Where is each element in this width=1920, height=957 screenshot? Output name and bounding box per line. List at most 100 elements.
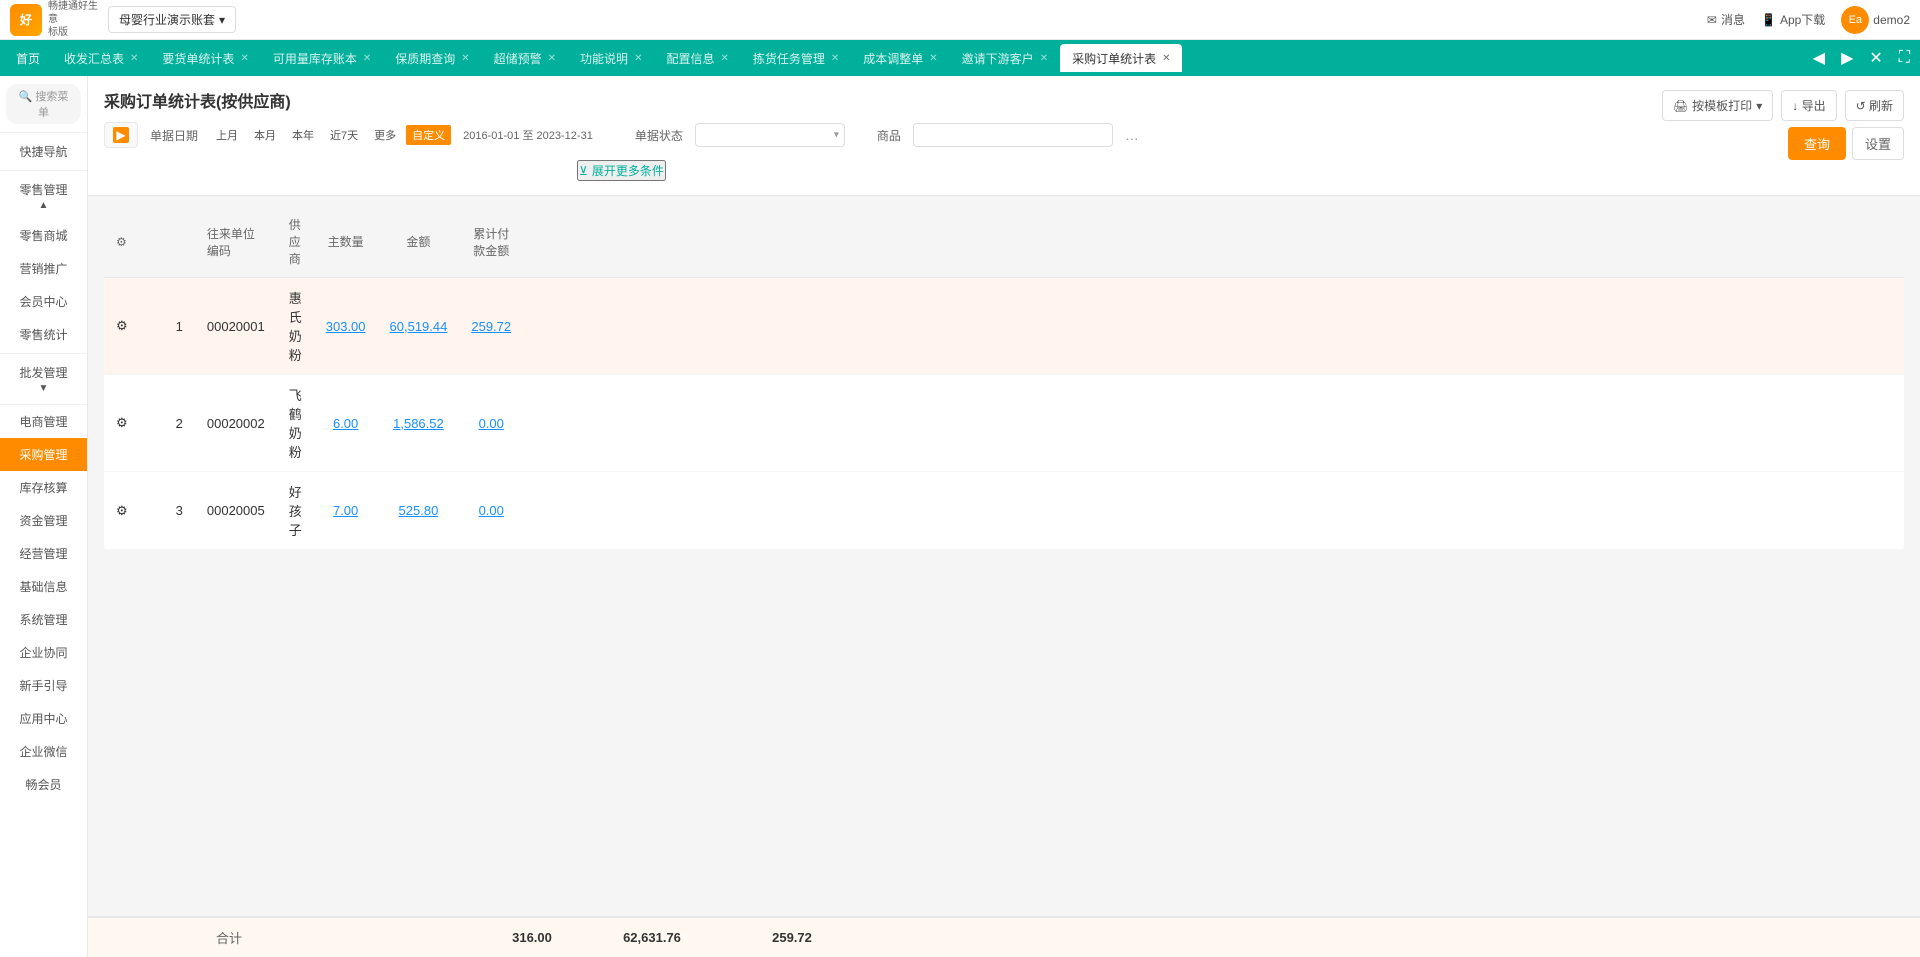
workspace-selector[interactable]: 母婴行业演示账套 ▾ bbox=[108, 6, 236, 33]
chevron-down-icon: ▼ bbox=[39, 383, 49, 394]
sidebar-item-finance[interactable]: 资金管理 bbox=[0, 504, 87, 537]
row-qty[interactable]: 303.00 bbox=[314, 278, 378, 375]
expand-more-btn[interactable]: ⊻ 展开更多条件 bbox=[577, 160, 666, 181]
tab-scroll-right[interactable]: ▶ bbox=[1835, 46, 1859, 70]
page-header: 采购订单统计表(按供应商) ▶ 单据日期 上月 本月 本年 近7天 更多 bbox=[88, 76, 1920, 196]
sidebar-item-stock[interactable]: 库存核算 bbox=[0, 471, 87, 504]
query-button[interactable]: 查询 bbox=[1788, 127, 1846, 160]
row-gear[interactable]: ⚙ bbox=[104, 278, 140, 375]
tab-close-keyong[interactable]: ✕ bbox=[363, 53, 371, 64]
tab-home[interactable]: 首页 bbox=[4, 44, 52, 72]
row-toggle bbox=[140, 472, 164, 550]
status-select-wrapper bbox=[695, 123, 845, 147]
row-supplier: 好孩子 bbox=[277, 472, 314, 550]
tab-chaochuPrewarn[interactable]: 超储预警 ✕ bbox=[482, 44, 568, 72]
settings-button[interactable]: 设置 bbox=[1852, 127, 1904, 160]
row-amount[interactable]: 1,586.52 bbox=[378, 375, 460, 472]
row-gear[interactable]: ⚙ bbox=[104, 375, 140, 472]
tab-close-yaohuo[interactable]: ✕ bbox=[240, 53, 248, 64]
tab-scroll-left[interactable]: ◀ bbox=[1807, 46, 1831, 70]
sidebar-item-newguide[interactable]: 新手引导 bbox=[0, 669, 87, 702]
tab-close-gongneng[interactable]: ✕ bbox=[634, 53, 642, 64]
tab-close-shoufahuiTotal[interactable]: ✕ bbox=[130, 53, 138, 64]
tab-yaohuo[interactable]: 要货单统计表 ✕ bbox=[150, 44, 260, 72]
row-gear[interactable]: ⚙ bbox=[104, 472, 140, 550]
sidebar-item-purchase[interactable]: 采购管理 bbox=[0, 438, 87, 471]
sidebar-item-vip[interactable]: 畅会员 bbox=[0, 768, 87, 801]
sidebar-item-quick-nav[interactable]: 快捷导航 bbox=[0, 137, 87, 166]
row-paid[interactable]: 0.00 bbox=[459, 472, 523, 550]
tab-yaoqingXiayou[interactable]: 邀请下游客户 ✕ bbox=[950, 44, 1060, 72]
sidebar-item-retail-shop[interactable]: 零售商城 bbox=[0, 219, 87, 252]
status-select[interactable] bbox=[695, 123, 845, 147]
th-amount: 金额 bbox=[378, 206, 460, 278]
sidebar-item-operation[interactable]: 经营管理 bbox=[0, 537, 87, 570]
tab-peizhiInfo[interactable]: 配置信息 ✕ bbox=[654, 44, 740, 72]
filter-toggle-btn[interactable]: ▶ bbox=[113, 127, 129, 143]
row-qty[interactable]: 7.00 bbox=[314, 472, 378, 550]
sidebar-item-wholesale[interactable]: 批发管理 ▼ bbox=[0, 356, 87, 402]
row-qty[interactable]: 6.00 bbox=[314, 375, 378, 472]
sidebar-item-appcenter[interactable]: 应用中心 bbox=[0, 702, 87, 735]
tab-close-yaoqingXiayou[interactable]: ✕ bbox=[1040, 53, 1048, 64]
th-paid: 累计付款金额 bbox=[459, 206, 523, 278]
tab-tuohuoRenwu[interactable]: 拣货任务管理 ✕ bbox=[741, 44, 851, 72]
tab-shoufahuiTotal[interactable]: 收发汇总表 ✕ bbox=[52, 44, 150, 72]
sidebar-section-wholesale: 批发管理 ▼ bbox=[0, 354, 87, 405]
export-button[interactable]: ↓ 导出 bbox=[1781, 90, 1836, 121]
tab-keyong[interactable]: 可用量库存账本 ✕ bbox=[261, 44, 383, 72]
row-paid[interactable]: 259.72 bbox=[459, 278, 523, 375]
sidebar-item-system[interactable]: 系统管理 bbox=[0, 603, 87, 636]
row-amount[interactable]: 60,519.44 bbox=[378, 278, 460, 375]
date-btn-this-year[interactable]: 本年 bbox=[286, 125, 320, 145]
user-profile[interactable]: Ea demo2 bbox=[1841, 6, 1910, 34]
row-paid[interactable]: 0.00 bbox=[459, 375, 523, 472]
tab-close-caigouDingdan[interactable]: ✕ bbox=[1162, 53, 1170, 64]
goods-input[interactable] bbox=[913, 123, 1113, 147]
tab-caigouDingdan[interactable]: 采购订单统计表 ✕ bbox=[1060, 44, 1182, 72]
tab-gongneng[interactable]: 功能说明 ✕ bbox=[568, 44, 654, 72]
date-btn-this-month[interactable]: 本月 bbox=[248, 125, 282, 145]
tab-close-tuohuoRenwu[interactable]: ✕ bbox=[831, 53, 839, 64]
sidebar-item-marketing[interactable]: 营销推广 bbox=[0, 252, 87, 285]
sidebar-search-area[interactable]: 🔍 搜索菜单 bbox=[0, 76, 87, 133]
print-button[interactable]: 🖨 按模板打印 ▾ bbox=[1662, 90, 1773, 121]
chevron-down-icon: ⊻ bbox=[579, 164, 588, 178]
export-icon: ↓ bbox=[1792, 99, 1798, 113]
sidebar-item-member[interactable]: 会员中心 bbox=[0, 285, 87, 318]
avatar: Ea bbox=[1841, 6, 1869, 34]
refresh-button[interactable]: ↺ 刷新 bbox=[1845, 90, 1904, 121]
row-code: 00020001 bbox=[195, 278, 277, 375]
date-btn-more[interactable]: 更多 bbox=[368, 125, 402, 145]
sidebar-search-box[interactable]: 🔍 搜索菜单 bbox=[6, 84, 81, 124]
sidebar-item-retail[interactable]: 零售管理 ▲ bbox=[0, 173, 87, 219]
tab-close-peizhiInfo[interactable]: ✕ bbox=[720, 53, 728, 64]
sidebar-item-corpwechat[interactable]: 企业微信 bbox=[0, 735, 87, 768]
th-qty: 主数量 bbox=[314, 206, 378, 278]
sidebar-item-basic[interactable]: 基础信息 bbox=[0, 570, 87, 603]
row-supplier: 惠氏奶粉 bbox=[277, 278, 314, 375]
footer-total-amount: 62,631.76 bbox=[592, 930, 712, 945]
row-amount[interactable]: 525.80 bbox=[378, 472, 460, 550]
table-row: ⚙ 1 00020001 惠氏奶粉 303.00 60,519.44 259.7… bbox=[104, 278, 1904, 375]
logo-icon: 好 bbox=[10, 4, 42, 36]
tab-bar: 首页 收发汇总表 ✕ 要货单统计表 ✕ 可用量库存账本 ✕ 保质期查询 ✕ 超储… bbox=[0, 40, 1920, 76]
tab-baozhi[interactable]: 保质期查询 ✕ bbox=[383, 44, 481, 72]
sidebar-item-ecommerce[interactable]: 电商管理 bbox=[0, 405, 87, 438]
message-button[interactable]: ✉ 消息 bbox=[1707, 11, 1745, 28]
goods-input-more[interactable]: … bbox=[1125, 127, 1139, 143]
date-btn-last-month[interactable]: 上月 bbox=[210, 125, 244, 145]
date-btn-custom[interactable]: 自定义 bbox=[406, 125, 451, 145]
sidebar-item-enterprise[interactable]: 企业协同 bbox=[0, 636, 87, 669]
tab-close-baozhi[interactable]: ✕ bbox=[461, 53, 469, 64]
filter-row: ▶ 单据日期 上月 本月 本年 近7天 更多 自定义 2016-01-01 bbox=[104, 122, 1139, 148]
tab-close-chaochuPrewarn[interactable]: ✕ bbox=[548, 53, 556, 64]
tab-maximize[interactable]: ⛶ bbox=[1893, 47, 1916, 69]
date-btn-7days[interactable]: 近7天 bbox=[324, 125, 364, 145]
tab-chengbenTiaozheng[interactable]: 成本调整单 ✕ bbox=[851, 44, 949, 72]
tab-close-all[interactable]: ✕ bbox=[1863, 46, 1888, 70]
data-table: ⚙ 往来单位编码 供应商 主数量 金额 累计付款金额 ⚙ 1 0002000 bbox=[104, 206, 1904, 550]
sidebar-item-retail-stats[interactable]: 零售统计 bbox=[0, 318, 87, 351]
app-download-button[interactable]: 📱 App下载 bbox=[1761, 11, 1825, 28]
tab-close-chengbenTiaozheng[interactable]: ✕ bbox=[929, 53, 937, 64]
